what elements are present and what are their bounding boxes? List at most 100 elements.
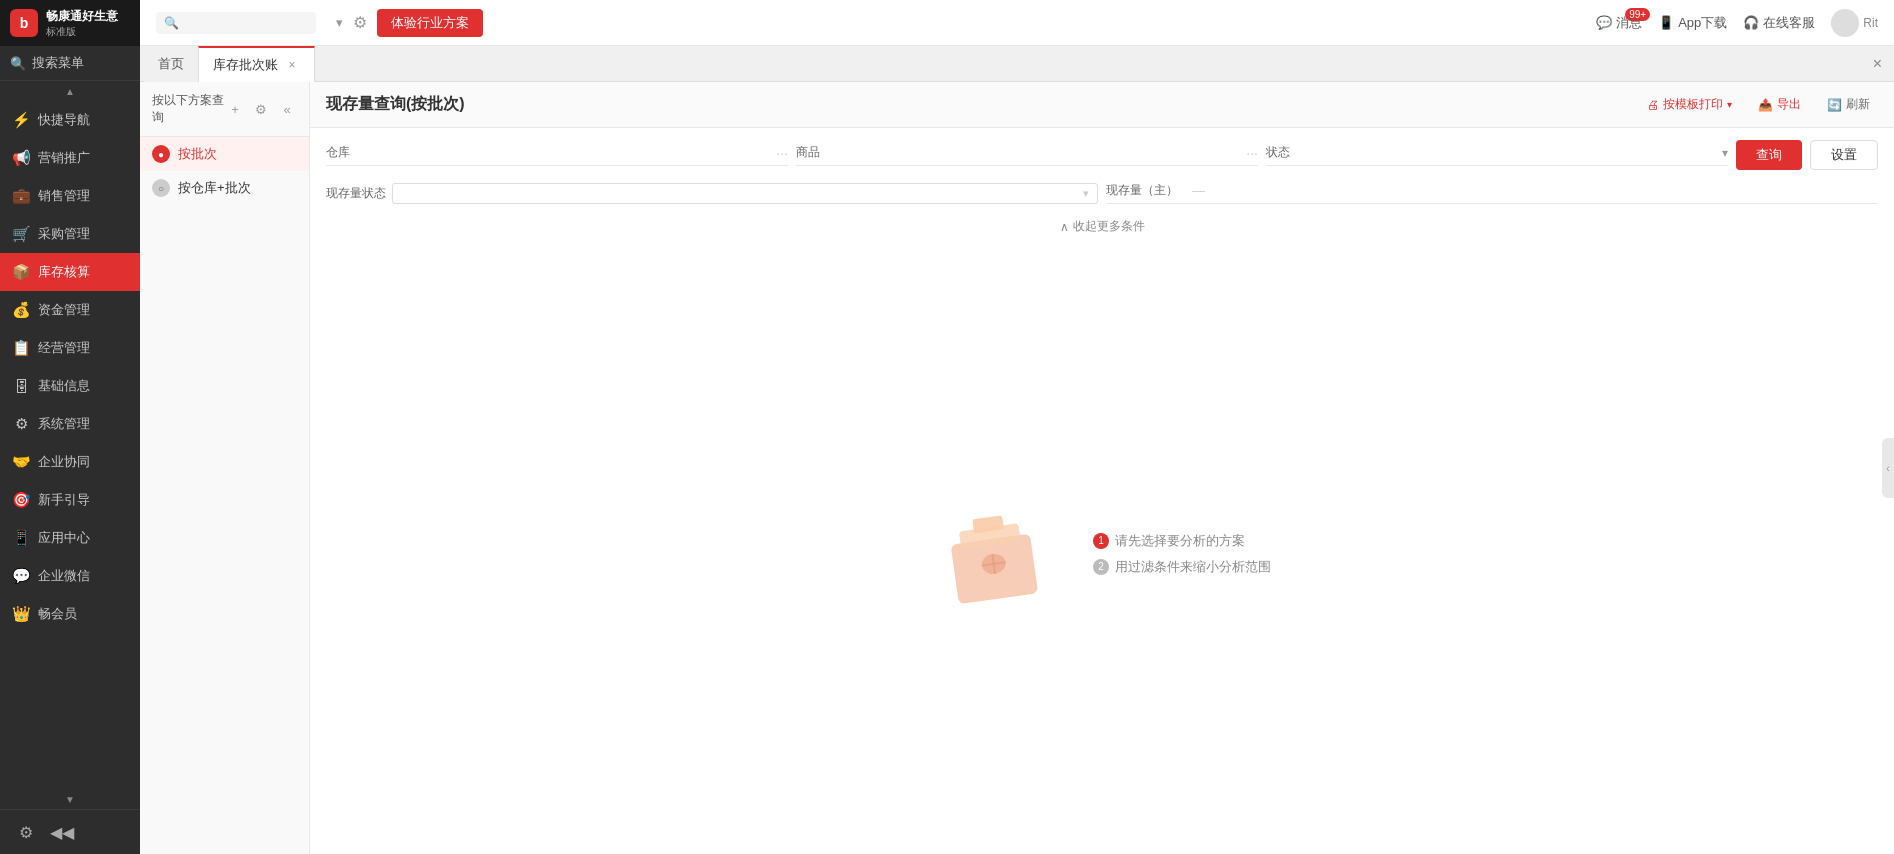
sidebar-item-label: 系统管理	[38, 415, 90, 433]
tabbar-close-btn[interactable]: ×	[1865, 55, 1890, 73]
filter-section: 仓库 ··· 商品 ··· 状态 ▾	[310, 128, 1894, 253]
scroll-down-arrow[interactable]: ▼	[0, 789, 140, 809]
app-logo: b	[10, 9, 38, 37]
scheme-settings-icon[interactable]: ⚙	[251, 99, 271, 119]
sidebar-item-app-center[interactable]: 📱 应用中心	[0, 519, 140, 557]
add-scheme-icon[interactable]: +	[225, 99, 245, 119]
stock-status-select[interactable]: ▾	[392, 183, 1098, 204]
print-label: 按模板打印	[1663, 96, 1723, 113]
topbar-settings-icon[interactable]: ⚙	[353, 13, 367, 32]
hint-2: 2 用过滤条件来缩小分析范围	[1093, 558, 1271, 576]
query-button[interactable]: 查询	[1736, 140, 1802, 170]
print-btn[interactable]: 🖨 按模板打印 ▾	[1639, 92, 1740, 117]
right-panel-handle[interactable]: ‹	[1882, 438, 1894, 498]
operation-icon: 📋	[12, 339, 30, 357]
sidebar-item-system[interactable]: ⚙ 系统管理	[0, 405, 140, 443]
right-panel: 现存量查询(按批次) 🖨 按模板打印 ▾ 📤 导出 🔄 刷新	[310, 82, 1894, 854]
purchase-icon: 🛒	[12, 225, 30, 243]
warehouse-input[interactable]	[372, 146, 770, 160]
quick-nav-icon: ⚡	[12, 111, 30, 129]
hint-1: 1 请先选择要分析的方案	[1093, 532, 1271, 550]
sidebar-item-inventory[interactable]: 📦 库存核算	[0, 253, 140, 291]
sidebar-item-label: 应用中心	[38, 529, 90, 547]
collapse-sidebar-icon[interactable]: ◀◀	[48, 818, 76, 846]
app-edition: 标准版	[46, 25, 118, 39]
sidebar-footer: ⚙ ◀◀	[0, 809, 140, 854]
topbar-search-icon: 🔍	[164, 16, 179, 30]
tabbar: 首页 库存批次账 × ×	[140, 46, 1894, 82]
scheme-label: 按仓库+批次	[178, 179, 251, 197]
page-title: 现存量查询(按批次)	[326, 94, 465, 115]
scheme-item-warehouse-batch[interactable]: ○ 按仓库+批次	[140, 171, 309, 205]
warehouse-more-btn[interactable]: ···	[776, 145, 788, 161]
app-download-label: App下载	[1678, 14, 1727, 32]
sidebar-item-label: 畅会员	[38, 605, 77, 623]
hint-2-num: 2	[1093, 559, 1109, 575]
sidebar-item-new-guide[interactable]: 🎯 新手引导	[0, 481, 140, 519]
new-guide-icon: 🎯	[12, 491, 30, 509]
print-dropdown-icon[interactable]: ▾	[1727, 99, 1732, 110]
sidebar-item-membership[interactable]: 👑 畅会员	[0, 595, 140, 633]
sidebar-item-finance[interactable]: 💰 资金管理	[0, 291, 140, 329]
home-tab-label: 首页	[158, 55, 184, 73]
app-download-btn[interactable]: 📱 App下载	[1658, 14, 1727, 32]
page-header: 现存量查询(按批次) 🖨 按模板打印 ▾ 📤 导出 🔄 刷新	[310, 82, 1894, 128]
empty-illustration	[933, 494, 1053, 614]
tab-home[interactable]: 首页	[144, 46, 198, 82]
user-avatar	[1831, 9, 1859, 37]
scroll-up-arrow[interactable]: ▲	[0, 81, 140, 101]
tab-inventory-batch[interactable]: 库存批次账 ×	[198, 46, 315, 82]
product-input[interactable]	[842, 146, 1240, 160]
sidebar-item-purchase[interactable]: 🛒 采购管理	[0, 215, 140, 253]
app-title-block: 畅康通好生意 标准版	[46, 8, 118, 39]
topbar-search-area[interactable]: 🔍	[156, 12, 316, 34]
system-icon: ⚙	[12, 415, 30, 433]
membership-icon: 👑	[12, 605, 30, 623]
settings-footer-icon[interactable]: ⚙	[12, 818, 40, 846]
stock-status-label: 现存量状态	[326, 185, 386, 202]
sidebar-item-operation[interactable]: 📋 经营管理	[0, 329, 140, 367]
sidebar-item-label: 企业协同	[38, 453, 90, 471]
phone-icon: 📱	[1658, 15, 1674, 30]
stock-qty-label: 现存量（主）	[1106, 182, 1178, 199]
scheme-item-batch[interactable]: ● 按批次	[140, 137, 309, 171]
status-dropdown-icon[interactable]: ▾	[1722, 146, 1728, 160]
dropdown-arrow[interactable]: ▾	[336, 15, 343, 30]
sidebar-item-sales[interactable]: 💼 销售管理	[0, 177, 140, 215]
basic-icon: 🗄	[12, 377, 30, 395]
sidebar-item-basic[interactable]: 🗄 基础信息	[0, 367, 140, 405]
scheme-dot-active: ●	[152, 145, 170, 163]
sidebar-search[interactable]: 🔍 搜索菜单	[0, 46, 140, 81]
sidebar: b 畅康通好生意 标准版 🔍 搜索菜单 ▲ ⚡ 快捷导航 📢 营销推广 💼 销售…	[0, 0, 140, 854]
refresh-btn[interactable]: 🔄 刷新	[1819, 92, 1878, 117]
collapse-text: 收起更多条件	[1073, 218, 1145, 235]
print-icon: 🖨	[1647, 98, 1659, 112]
messages-btn[interactable]: 💬 消息 99+	[1596, 14, 1642, 32]
sidebar-item-label: 经营管理	[38, 339, 90, 357]
export-btn[interactable]: 📤 导出	[1750, 92, 1809, 117]
marketing-icon: 📢	[12, 149, 30, 167]
export-label: 导出	[1777, 96, 1801, 113]
industry-btn[interactable]: 体验行业方案	[377, 9, 483, 37]
set-button[interactable]: 设置	[1810, 140, 1878, 170]
company-name: 畅康通好生意	[46, 8, 118, 25]
sidebar-item-marketing[interactable]: 📢 营销推广	[0, 139, 140, 177]
collapse-filter-btn[interactable]: ∧ 收起更多条件	[326, 212, 1878, 241]
sidebar-item-label: 营销推广	[38, 149, 90, 167]
collapse-panel-icon[interactable]: «	[277, 99, 297, 119]
hint-1-text: 请先选择要分析的方案	[1115, 532, 1245, 550]
sidebar-item-enterprise[interactable]: 🤝 企业协同	[0, 443, 140, 481]
sidebar-item-quick-nav[interactable]: ⚡ 快捷导航	[0, 101, 140, 139]
topbar: 🔍 ▾ ⚙ 体验行业方案 💬 消息 99+ 📱 App下载 🎧 在线客服	[140, 0, 1894, 46]
tab-close-btn[interactable]: ×	[284, 57, 300, 73]
main-area: 🔍 ▾ ⚙ 体验行业方案 💬 消息 99+ 📱 App下载 🎧 在线客服	[140, 0, 1894, 854]
empty-hints: 1 请先选择要分析的方案 2 用过滤条件来缩小分析范围	[1093, 532, 1271, 576]
online-service-label: 在线客服	[1763, 14, 1815, 32]
empty-state: 1 请先选择要分析的方案 2 用过滤条件来缩小分析范围	[310, 253, 1894, 854]
online-service-btn[interactable]: 🎧 在线客服	[1743, 14, 1815, 32]
hint-2-text: 用过滤条件来缩小分析范围	[1115, 558, 1271, 576]
topbar-search-input[interactable]	[183, 16, 283, 30]
product-more-btn[interactable]: ···	[1246, 145, 1258, 161]
sidebar-item-wechat[interactable]: 💬 企业微信	[0, 557, 140, 595]
user-profile-btn[interactable]: Rit	[1831, 9, 1878, 37]
